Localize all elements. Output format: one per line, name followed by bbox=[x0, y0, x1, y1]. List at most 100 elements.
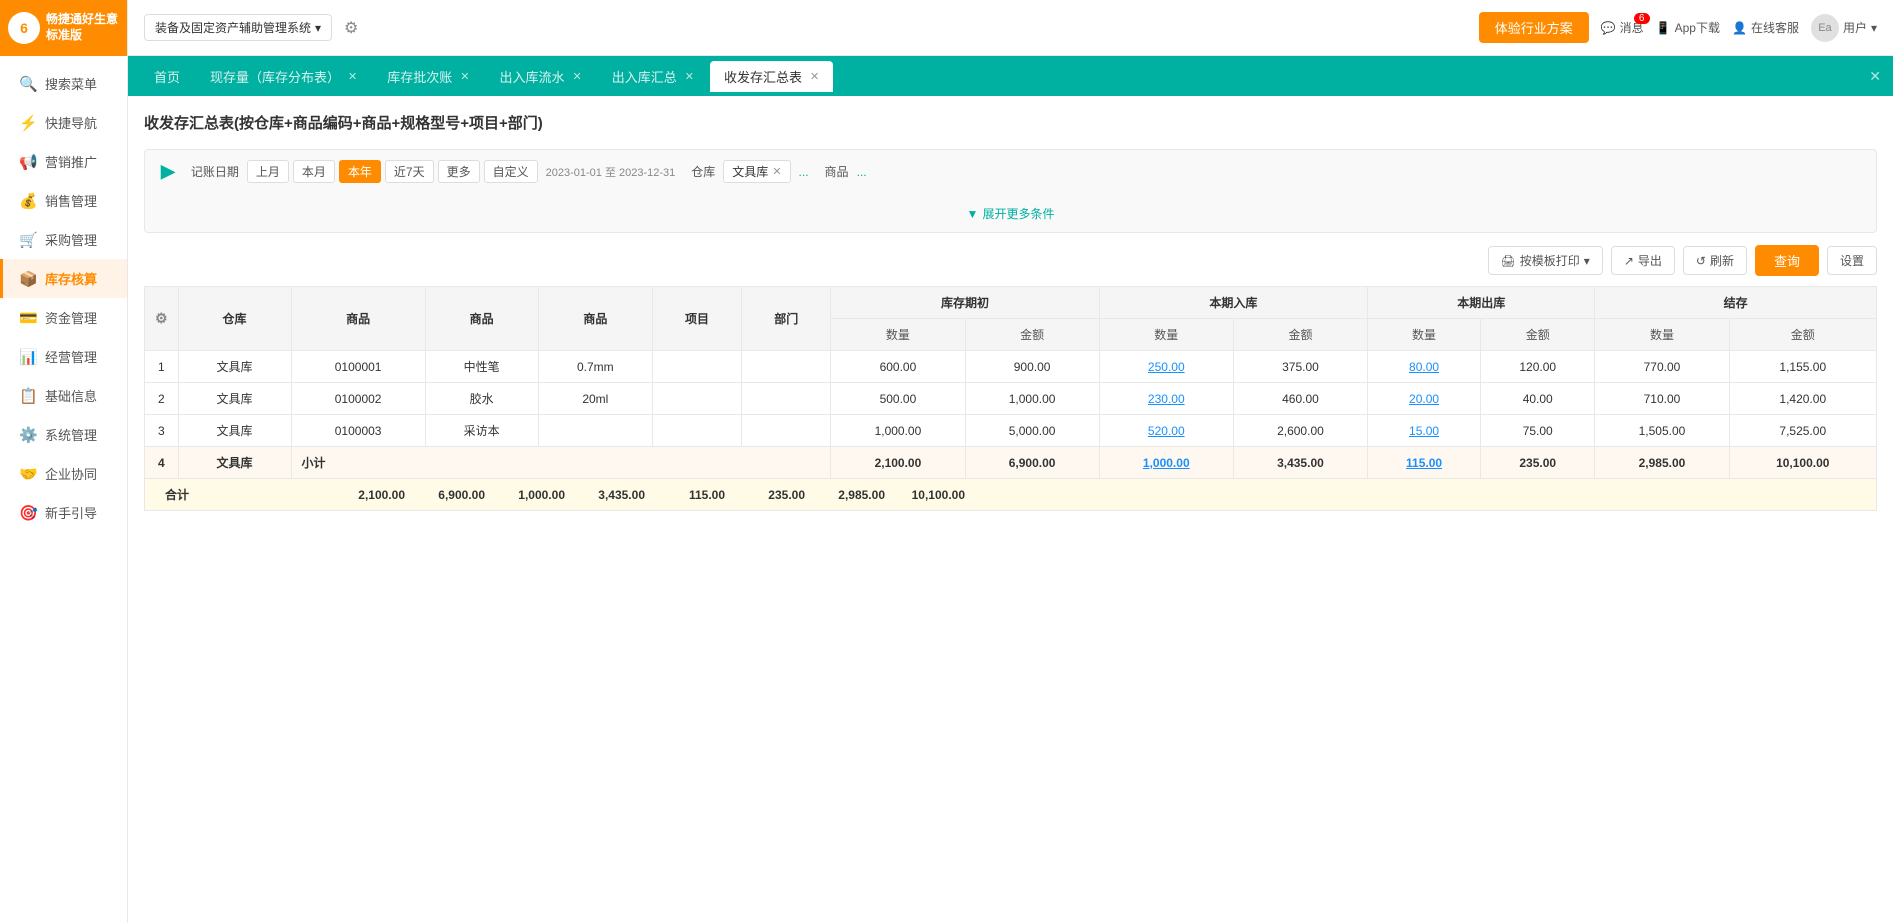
sidebar-nav: 🔍搜索菜单⚡快捷导航📢营销推广💰销售管理🛒采购管理 📦 库存核算 💳资金管理 📊 经营管理… bbox=[0, 56, 127, 923]
sidebar-label-operations: 经营管理 bbox=[45, 347, 97, 366]
row-out-qty[interactable]: 80.00 bbox=[1368, 351, 1481, 383]
user-label: 用户 bbox=[1843, 19, 1867, 36]
sub-col-out-amt: 金额 bbox=[1481, 319, 1595, 351]
row-out-amt: 120.00 bbox=[1481, 351, 1595, 383]
col-header-project: 项目 bbox=[652, 287, 741, 351]
chevron-down-icon-print: ▾ bbox=[1584, 254, 1590, 268]
row-open-amt: 1,000.00 bbox=[965, 383, 1099, 415]
gear-icon[interactable]: ⚙ bbox=[344, 18, 358, 38]
user-button[interactable]: Ea 用户 ▾ bbox=[1811, 14, 1877, 42]
date-btn-2[interactable]: 本年 bbox=[339, 160, 381, 183]
footer-open-amt: 6,900.00 bbox=[415, 488, 495, 502]
row-close-qty: 770.00 bbox=[1595, 351, 1729, 383]
export-button[interactable]: ↗ 导出 bbox=[1611, 246, 1675, 275]
row-goods-spec: 20ml bbox=[538, 383, 652, 415]
row-out-qty[interactable]: 20.00 bbox=[1368, 383, 1481, 415]
row-project bbox=[652, 415, 741, 447]
tab-recv-send[interactable]: 收发存汇总表✕ bbox=[710, 61, 833, 92]
sidebar-item-search[interactable]: 🔍搜索菜单 bbox=[0, 64, 127, 103]
date-btn-5[interactable]: 自定义 bbox=[484, 160, 538, 183]
online-service-button[interactable]: 👤 在线客服 bbox=[1732, 19, 1799, 36]
sidebar-item-enterprise[interactable]: 🤝企业协同 bbox=[0, 454, 127, 493]
row-in-qty[interactable]: 250.00 bbox=[1099, 351, 1233, 383]
sidebar-icon-search: 🔍 bbox=[19, 75, 37, 93]
subtotal-warehouse: 文具库 bbox=[178, 447, 291, 479]
message-button[interactable]: 💬 消息 6 bbox=[1601, 19, 1644, 36]
tab-bar: 首页现存量（库存分布表）✕库存批次账✕出入库流水✕出入库汇总✕收发存汇总表✕✕ bbox=[128, 56, 1893, 96]
expand-more-btn[interactable]: ▼ 展开更多条件 bbox=[967, 205, 1055, 222]
sidebar-item-operations[interactable]: 📊 经营管理 bbox=[0, 337, 127, 376]
sidebar-icon-basic-info: 📋 bbox=[19, 387, 37, 405]
sidebar-item-basic-info[interactable]: 📋基础信息 bbox=[0, 376, 127, 415]
refresh-icon: ↺ bbox=[1696, 254, 1706, 268]
date-btn-1[interactable]: 本月 bbox=[293, 160, 335, 183]
chevron-down-icon: ▾ bbox=[315, 21, 321, 35]
sidebar-label-sales: 销售管理 bbox=[45, 191, 97, 210]
tab-inout-summary[interactable]: 出入库汇总✕ bbox=[598, 61, 708, 92]
row-goods-code: 0100002 bbox=[291, 383, 425, 415]
goods-more-icon[interactable]: ... bbox=[857, 165, 867, 179]
tab-close-icon-batch[interactable]: ✕ bbox=[460, 70, 469, 83]
tab-close-icon-inventory-dist[interactable]: ✕ bbox=[348, 70, 357, 83]
sidebar-item-sales[interactable]: 💰销售管理 bbox=[0, 181, 127, 220]
chevron-down-icon-user: ▾ bbox=[1871, 21, 1877, 35]
query-button[interactable]: 查询 bbox=[1755, 245, 1819, 276]
sidebar-label-inventory: 库存核算 bbox=[45, 269, 97, 288]
sidebar-item-marketing[interactable]: 📢营销推广 bbox=[0, 142, 127, 181]
tab-home[interactable]: 首页 bbox=[140, 61, 194, 92]
sidebar-icon-operations: 📊 bbox=[19, 348, 37, 366]
system-select[interactable]: 装备及固定资产辅助管理系统 ▾ bbox=[144, 14, 332, 41]
logo-text: 畅捷通好生意 标准版 bbox=[46, 12, 118, 43]
row-close-amt: 7,525.00 bbox=[1729, 415, 1876, 447]
trial-button[interactable]: 体验行业方案 bbox=[1479, 12, 1589, 43]
warehouse-more-icon[interactable]: ... bbox=[799, 165, 809, 179]
sidebar-item-system[interactable]: ⚙️系统管理 bbox=[0, 415, 127, 454]
sidebar-icon-inventory: 📦 bbox=[19, 270, 37, 288]
warehouse-tag-close-icon[interactable]: ✕ bbox=[772, 165, 781, 178]
subtotal-open-amt: 6,900.00 bbox=[965, 447, 1099, 479]
tab-close-icon-inout-summary[interactable]: ✕ bbox=[685, 70, 694, 83]
sidebar-label-enterprise: 企业协同 bbox=[45, 464, 97, 483]
row-goods-name: 胶水 bbox=[425, 383, 538, 415]
sidebar-item-quick-nav[interactable]: ⚡快捷导航 bbox=[0, 103, 127, 142]
row-no: 1 bbox=[145, 351, 179, 383]
filter-toggle-icon[interactable]: ▶ bbox=[161, 161, 175, 182]
col-header-goods-spec: 商品 bbox=[538, 287, 652, 351]
date-btn-3[interactable]: 近7天 bbox=[385, 160, 434, 183]
sidebar-item-newbie[interactable]: 🎯新手引导 bbox=[0, 493, 127, 532]
system-title-text: 装备及固定资产辅助管理系统 bbox=[155, 19, 311, 36]
print-button[interactable]: 🖨 按模板打印 ▾ bbox=[1488, 246, 1603, 275]
warehouse-tag: 文具库 ✕ bbox=[723, 160, 790, 183]
sidebar-item-finance[interactable]: 💳资金管理 bbox=[0, 298, 127, 337]
refresh-button[interactable]: ↺ 刷新 bbox=[1683, 246, 1747, 275]
sidebar-icon-purchase: 🛒 bbox=[19, 231, 37, 249]
tab-close-icon-recv-send[interactable]: ✕ bbox=[810, 70, 819, 83]
tab-inout-flow[interactable]: 出入库流水 ✕ bbox=[485, 61, 595, 92]
app-download-button[interactable]: 📱 App下载 bbox=[1656, 19, 1720, 36]
col-header-opening: 库存期初 bbox=[831, 287, 1099, 319]
sidebar-icon-newbie: 🎯 bbox=[19, 504, 37, 522]
date-btn-4[interactable]: 更多 bbox=[438, 160, 480, 183]
row-in-qty[interactable]: 230.00 bbox=[1099, 383, 1233, 415]
table-settings-button[interactable]: 设置 bbox=[1827, 246, 1877, 275]
row-close-amt: 1,420.00 bbox=[1729, 383, 1876, 415]
main-wrap: 装备及固定资产辅助管理系统 ▾ ⚙ 体验行业方案 💬 消息 6 📱 App下载 … bbox=[128, 0, 1893, 923]
date-btn-0[interactable]: 上月 bbox=[247, 160, 289, 183]
tab-bar-close-icon[interactable]: ✕ bbox=[1869, 68, 1881, 85]
sidebar-icon-marketing: 📢 bbox=[19, 153, 37, 171]
sidebar-item-inventory[interactable]: 📦 库存核算 bbox=[0, 259, 127, 298]
tab-batch[interactable]: 库存批次账✕ bbox=[373, 61, 483, 92]
table-settings-icon[interactable]: ⚙ bbox=[155, 310, 168, 326]
row-dept bbox=[742, 383, 831, 415]
tab-close-icon-inout-flow[interactable]: ✕ bbox=[573, 70, 582, 83]
tab-inventory-dist[interactable]: 现存量（库存分布表）✕ bbox=[196, 61, 371, 92]
sidebar-item-purchase[interactable]: 🛒采购管理 bbox=[0, 220, 127, 259]
row-no: 3 bbox=[145, 415, 179, 447]
row-goods-code: 0100003 bbox=[291, 415, 425, 447]
sidebar-icon-finance: 💳 bbox=[19, 309, 37, 327]
tab-label-inout-flow: 出入库流水 bbox=[499, 67, 564, 86]
subtotal-out-qty: 115.00 bbox=[1368, 447, 1481, 479]
row-in-qty[interactable]: 520.00 bbox=[1099, 415, 1233, 447]
row-out-qty[interactable]: 15.00 bbox=[1368, 415, 1481, 447]
subtotal-in-amt: 3,435.00 bbox=[1233, 447, 1367, 479]
